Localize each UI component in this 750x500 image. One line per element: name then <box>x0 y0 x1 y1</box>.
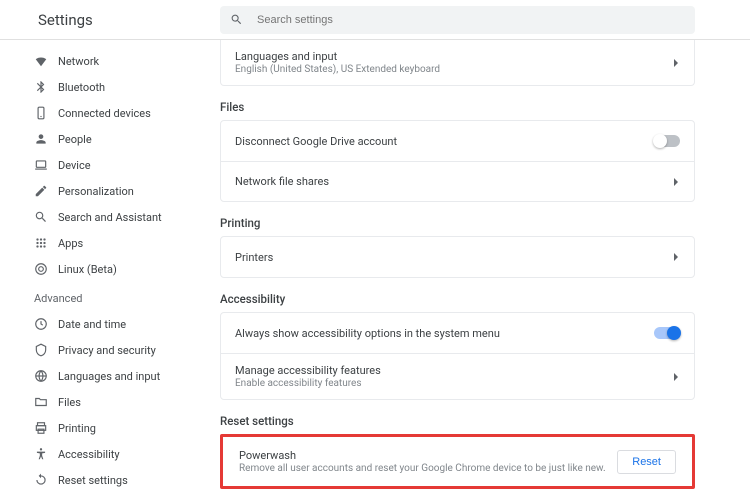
sidebar-item-label: Linux (Beta) <box>58 263 117 276</box>
phone-icon <box>34 106 58 120</box>
sidebar-item-label: Languages and input <box>58 370 160 383</box>
person-icon <box>34 132 58 146</box>
section-heading-reset: Reset settings <box>220 414 695 428</box>
sidebar-item-personalization[interactable]: Personalization <box>34 178 220 204</box>
sidebar-item-connected-devices[interactable]: Connected devices <box>34 100 220 126</box>
sidebar: Network Bluetooth Connected devices Peop… <box>0 40 220 493</box>
shield-icon <box>34 343 58 357</box>
row-title: Powerwash <box>239 449 617 462</box>
printer-icon <box>34 421 58 435</box>
search-icon <box>230 13 243 26</box>
sidebar-item-accessibility[interactable]: Accessibility <box>34 441 220 467</box>
sidebar-item-label: Date and time <box>58 318 126 331</box>
page-title: Settings <box>0 11 220 29</box>
search-input[interactable] <box>257 14 685 26</box>
row-always-show-accessibility[interactable]: Always show accessibility options in the… <box>221 313 694 353</box>
sidebar-item-reset[interactable]: Reset settings <box>34 467 220 493</box>
sidebar-item-label: Files <box>58 396 81 409</box>
folder-icon <box>34 395 58 409</box>
bluetooth-icon <box>34 80 58 94</box>
row-title: Always show accessibility options in the… <box>235 327 654 340</box>
sidebar-item-label: Apps <box>58 237 83 250</box>
sidebar-item-apps[interactable]: Apps <box>34 230 220 256</box>
sidebar-item-label: Device <box>58 159 91 172</box>
sidebar-item-printing[interactable]: Printing <box>34 415 220 441</box>
section-heading-files: Files <box>220 100 695 114</box>
row-subtitle: Remove all user accounts and reset your … <box>239 463 617 474</box>
laptop-icon <box>34 158 58 172</box>
clock-icon <box>34 317 58 331</box>
row-title: Manage accessibility features <box>235 364 673 377</box>
main-content: Languages and input English (United Stat… <box>220 40 750 493</box>
sidebar-item-label: Privacy and security <box>58 344 156 357</box>
chevron-right-icon <box>673 58 680 68</box>
sidebar-item-linux[interactable]: Linux (Beta) <box>34 256 220 282</box>
toggle-disconnect-drive[interactable] <box>654 135 680 147</box>
sidebar-item-files[interactable]: Files <box>34 389 220 415</box>
wifi-icon <box>34 54 58 68</box>
section-heading-accessibility: Accessibility <box>220 292 695 306</box>
chevron-right-icon <box>673 252 680 262</box>
sidebar-item-label: Connected devices <box>58 107 151 120</box>
sidebar-item-label: People <box>58 133 92 146</box>
apps-icon <box>34 236 58 250</box>
row-subtitle: Enable accessibility features <box>235 378 673 389</box>
row-title: Disconnect Google Drive account <box>235 135 654 148</box>
search-icon <box>34 210 58 224</box>
highlight-box: Powerwash Remove all user accounts and r… <box>220 434 695 489</box>
sidebar-item-label: Search and Assistant <box>58 211 162 224</box>
row-powerwash: Powerwash Remove all user accounts and r… <box>225 439 690 484</box>
sidebar-item-label: Personalization <box>58 185 134 198</box>
row-subtitle: English (United States), US Extended key… <box>235 64 673 75</box>
search-container[interactable] <box>220 6 695 34</box>
sidebar-item-bluetooth[interactable]: Bluetooth <box>34 74 220 100</box>
row-title: Network file shares <box>235 175 673 188</box>
row-network-shares[interactable]: Network file shares <box>221 161 694 201</box>
row-title: Printers <box>235 251 673 264</box>
sidebar-item-label: Printing <box>58 422 96 435</box>
sidebar-item-people[interactable]: People <box>34 126 220 152</box>
sidebar-item-date-time[interactable]: Date and time <box>34 311 220 337</box>
chevron-right-icon <box>673 177 680 187</box>
linux-icon <box>34 262 58 276</box>
chevron-right-icon <box>673 372 680 382</box>
reset-icon <box>34 473 58 487</box>
sidebar-item-search-assistant[interactable]: Search and Assistant <box>34 204 220 230</box>
sidebar-item-label: Reset settings <box>58 474 128 487</box>
advanced-heading[interactable]: Advanced <box>34 282 220 311</box>
row-disconnect-drive[interactable]: Disconnect Google Drive account <box>221 121 694 161</box>
row-manage-accessibility[interactable]: Manage accessibility features Enable acc… <box>221 353 694 399</box>
row-languages-input[interactable]: Languages and input English (United Stat… <box>221 40 694 85</box>
sidebar-item-label: Network <box>58 55 99 68</box>
sidebar-item-label: Bluetooth <box>58 81 105 94</box>
sidebar-item-device[interactable]: Device <box>34 152 220 178</box>
section-heading-printing: Printing <box>220 216 695 230</box>
sidebar-item-network[interactable]: Network <box>34 48 220 74</box>
reset-button[interactable]: Reset <box>617 450 676 474</box>
row-printers[interactable]: Printers <box>221 237 694 277</box>
sidebar-item-label: Accessibility <box>58 448 120 461</box>
row-title: Languages and input <box>235 50 673 63</box>
sidebar-item-languages[interactable]: Languages and input <box>34 363 220 389</box>
globe-icon <box>34 369 58 383</box>
edit-icon <box>34 184 58 198</box>
toggle-always-accessibility[interactable] <box>654 327 680 339</box>
sidebar-item-privacy[interactable]: Privacy and security <box>34 337 220 363</box>
accessibility-icon <box>34 447 58 461</box>
